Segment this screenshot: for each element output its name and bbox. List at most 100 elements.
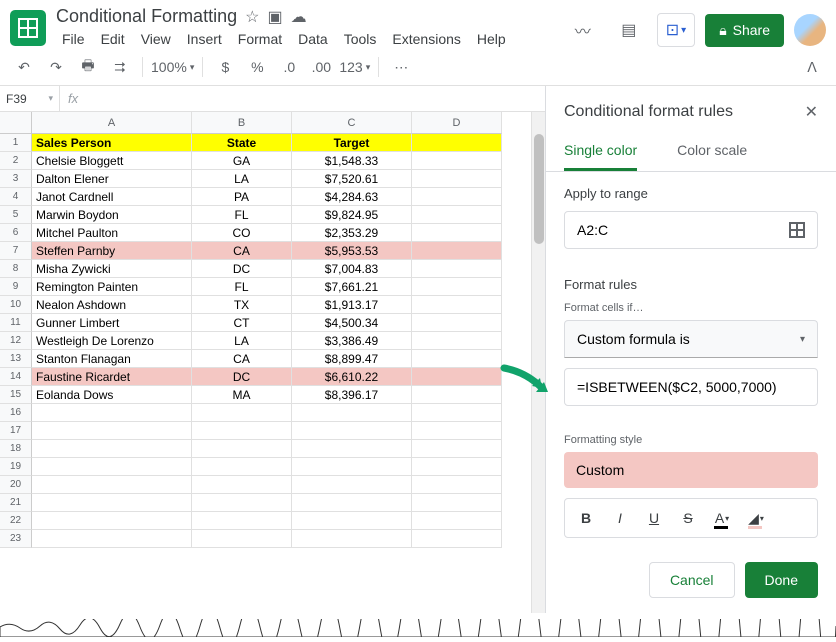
cell[interactable] bbox=[192, 458, 292, 476]
print-button[interactable]: 🖶 bbox=[74, 53, 102, 81]
number-format-select[interactable]: 123▾ bbox=[339, 53, 370, 81]
row-header[interactable]: 14 bbox=[0, 368, 32, 386]
row-header[interactable]: 5 bbox=[0, 206, 32, 224]
col-header-D[interactable]: D bbox=[412, 112, 502, 134]
cell[interactable] bbox=[32, 530, 192, 548]
comments-icon[interactable]: ▤ bbox=[611, 12, 647, 48]
cell[interactable] bbox=[32, 404, 192, 422]
row-header[interactable]: 21 bbox=[0, 494, 32, 512]
name-box[interactable]: F39▾ bbox=[0, 86, 60, 111]
tab-color-scale[interactable]: Color scale bbox=[677, 132, 747, 171]
row-header[interactable]: 19 bbox=[0, 458, 32, 476]
cell[interactable] bbox=[412, 278, 502, 296]
cell[interactable] bbox=[412, 332, 502, 350]
cell[interactable] bbox=[412, 350, 502, 368]
cell[interactable]: $7,004.83 bbox=[292, 260, 412, 278]
cell[interactable]: FL bbox=[192, 278, 292, 296]
cell[interactable] bbox=[192, 422, 292, 440]
cell[interactable] bbox=[412, 440, 502, 458]
cell[interactable] bbox=[412, 494, 502, 512]
cell[interactable]: $8,396.17 bbox=[292, 386, 412, 404]
row-header[interactable]: 4 bbox=[0, 188, 32, 206]
menu-file[interactable]: File bbox=[56, 29, 91, 49]
cell[interactable] bbox=[192, 440, 292, 458]
menu-tools[interactable]: Tools bbox=[338, 29, 383, 49]
cell[interactable]: Westleigh De Lorenzo bbox=[32, 332, 192, 350]
cell[interactable]: Mitchel Paulton bbox=[32, 224, 192, 242]
cell[interactable]: Gunner Limbert bbox=[32, 314, 192, 332]
activity-icon[interactable]: 〰 bbox=[565, 12, 601, 48]
cell[interactable]: $1,913.17 bbox=[292, 296, 412, 314]
share-button[interactable]: 🔒︎Share bbox=[705, 14, 784, 47]
decrease-decimal-button[interactable]: .0 bbox=[275, 53, 303, 81]
cell[interactable]: $4,284.63 bbox=[292, 188, 412, 206]
row-header[interactable]: 18 bbox=[0, 440, 32, 458]
sheets-app-icon[interactable] bbox=[10, 10, 46, 46]
cell[interactable] bbox=[32, 476, 192, 494]
cell[interactable] bbox=[292, 494, 412, 512]
menu-insert[interactable]: Insert bbox=[181, 29, 228, 49]
row-header[interactable]: 9 bbox=[0, 278, 32, 296]
row-header[interactable]: 7 bbox=[0, 242, 32, 260]
select-all-corner[interactable] bbox=[0, 112, 32, 134]
document-title[interactable]: Conditional Formatting bbox=[56, 6, 237, 27]
user-avatar[interactable] bbox=[794, 14, 826, 46]
cell[interactable] bbox=[412, 224, 502, 242]
version-history-button[interactable]: ⊡▾ bbox=[657, 13, 695, 47]
row-header[interactable]: 6 bbox=[0, 224, 32, 242]
cell[interactable] bbox=[412, 368, 502, 386]
paint-format-button[interactable]: ⮆ bbox=[106, 53, 134, 81]
cell[interactable] bbox=[412, 530, 502, 548]
cell[interactable] bbox=[292, 422, 412, 440]
menu-data[interactable]: Data bbox=[292, 29, 334, 49]
cell[interactable]: $3,386.49 bbox=[292, 332, 412, 350]
currency-button[interactable]: $ bbox=[211, 53, 239, 81]
style-preview[interactable]: Custom bbox=[564, 452, 818, 488]
more-toolbar-icon[interactable]: ⋯ bbox=[387, 53, 415, 81]
menu-extensions[interactable]: Extensions bbox=[386, 29, 466, 49]
cell[interactable] bbox=[292, 476, 412, 494]
cell[interactable]: $5,953.53 bbox=[292, 242, 412, 260]
strikethrough-button[interactable]: S bbox=[675, 505, 701, 531]
cell[interactable] bbox=[412, 188, 502, 206]
text-color-button[interactable]: A▾ bbox=[709, 505, 735, 531]
close-panel-icon[interactable]: ✕ bbox=[805, 102, 818, 122]
row-header[interactable]: 12 bbox=[0, 332, 32, 350]
cell[interactable]: TX bbox=[192, 296, 292, 314]
cell[interactable] bbox=[192, 530, 292, 548]
cell[interactable] bbox=[412, 134, 502, 152]
move-icon[interactable]: ▣ bbox=[267, 7, 282, 27]
cell[interactable]: Janot Cardnell bbox=[32, 188, 192, 206]
cell[interactable]: $4,500.34 bbox=[292, 314, 412, 332]
cell[interactable] bbox=[412, 386, 502, 404]
vertical-scrollbar[interactable] bbox=[531, 112, 545, 613]
cell[interactable]: Remington Painten bbox=[32, 278, 192, 296]
cell[interactable]: Target bbox=[292, 134, 412, 152]
cell[interactable] bbox=[292, 440, 412, 458]
cell[interactable]: DC bbox=[192, 368, 292, 386]
row-header[interactable]: 16 bbox=[0, 404, 32, 422]
cell[interactable] bbox=[32, 512, 192, 530]
cell[interactable]: Eolanda Dows bbox=[32, 386, 192, 404]
cell[interactable]: $9,824.95 bbox=[292, 206, 412, 224]
cell[interactable] bbox=[412, 152, 502, 170]
cell[interactable] bbox=[192, 512, 292, 530]
menu-help[interactable]: Help bbox=[471, 29, 512, 49]
range-input[interactable]: A2:C bbox=[564, 211, 818, 249]
cell[interactable]: CA bbox=[192, 350, 292, 368]
cell[interactable]: $1,548.33 bbox=[292, 152, 412, 170]
row-header[interactable]: 11 bbox=[0, 314, 32, 332]
italic-button[interactable]: I bbox=[607, 505, 633, 531]
cell[interactable]: CA bbox=[192, 242, 292, 260]
cell[interactable]: GA bbox=[192, 152, 292, 170]
cell[interactable] bbox=[32, 458, 192, 476]
done-button[interactable]: Done bbox=[745, 562, 818, 598]
row-header[interactable]: 20 bbox=[0, 476, 32, 494]
row-header[interactable]: 10 bbox=[0, 296, 32, 314]
row-header[interactable]: 2 bbox=[0, 152, 32, 170]
row-header[interactable]: 23 bbox=[0, 530, 32, 548]
cell[interactable]: CT bbox=[192, 314, 292, 332]
cell[interactable] bbox=[412, 170, 502, 188]
cell[interactable]: Sales Person bbox=[32, 134, 192, 152]
row-header[interactable]: 22 bbox=[0, 512, 32, 530]
